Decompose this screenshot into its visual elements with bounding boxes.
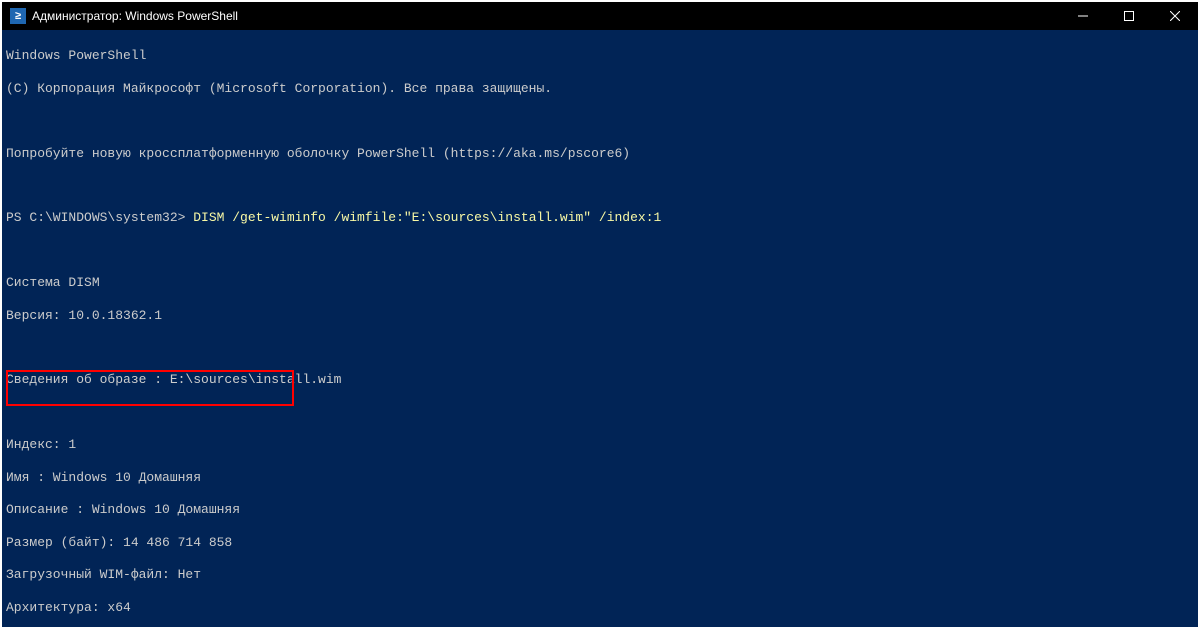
output-line: Архитектура: x64 — [6, 600, 1194, 616]
maximize-button[interactable] — [1106, 2, 1152, 30]
window-title: Администратор: Windows PowerShell — [32, 9, 1060, 23]
window-controls — [1060, 2, 1198, 30]
powershell-window: ≥ Администратор: Windows PowerShell Wind… — [2, 2, 1198, 627]
output-line: Версия: 10.0.18362.1 — [6, 308, 1194, 324]
output-line — [6, 178, 1194, 194]
output-line — [6, 405, 1194, 421]
output-line: Описание : Windows 10 Домашняя — [6, 502, 1194, 518]
output-line — [6, 243, 1194, 259]
output-line: Размер (байт): 14 486 714 858 — [6, 535, 1194, 551]
output-line: Попробуйте новую кроссплатформенную обол… — [6, 146, 1194, 162]
output-line: Cистема DISM — [6, 275, 1194, 291]
output-line: Индекс: 1 — [6, 437, 1194, 453]
titlebar[interactable]: ≥ Администратор: Windows PowerShell — [2, 2, 1198, 30]
command-text: DISM /get-wiminfo /wimfile:"E:\sources\i… — [193, 210, 661, 225]
powershell-icon: ≥ — [10, 8, 26, 24]
output-line: Сведения об образе : E:\sources\install.… — [6, 372, 1194, 388]
output-line: Windows PowerShell — [6, 48, 1194, 64]
output-line: (C) Корпорация Майкрософт (Microsoft Cor… — [6, 81, 1194, 97]
output-line: Имя : Windows 10 Домашняя — [6, 470, 1194, 486]
output-line — [6, 340, 1194, 356]
output-line — [6, 113, 1194, 129]
minimize-button[interactable] — [1060, 2, 1106, 30]
close-button[interactable] — [1152, 2, 1198, 30]
prompt-line: PS C:\WINDOWS\system32> DISM /get-wiminf… — [6, 210, 1194, 226]
terminal-output[interactable]: Windows PowerShell (C) Корпорация Майкро… — [2, 30, 1198, 627]
output-line: Загрузочный WIM-файл: Нет — [6, 567, 1194, 583]
